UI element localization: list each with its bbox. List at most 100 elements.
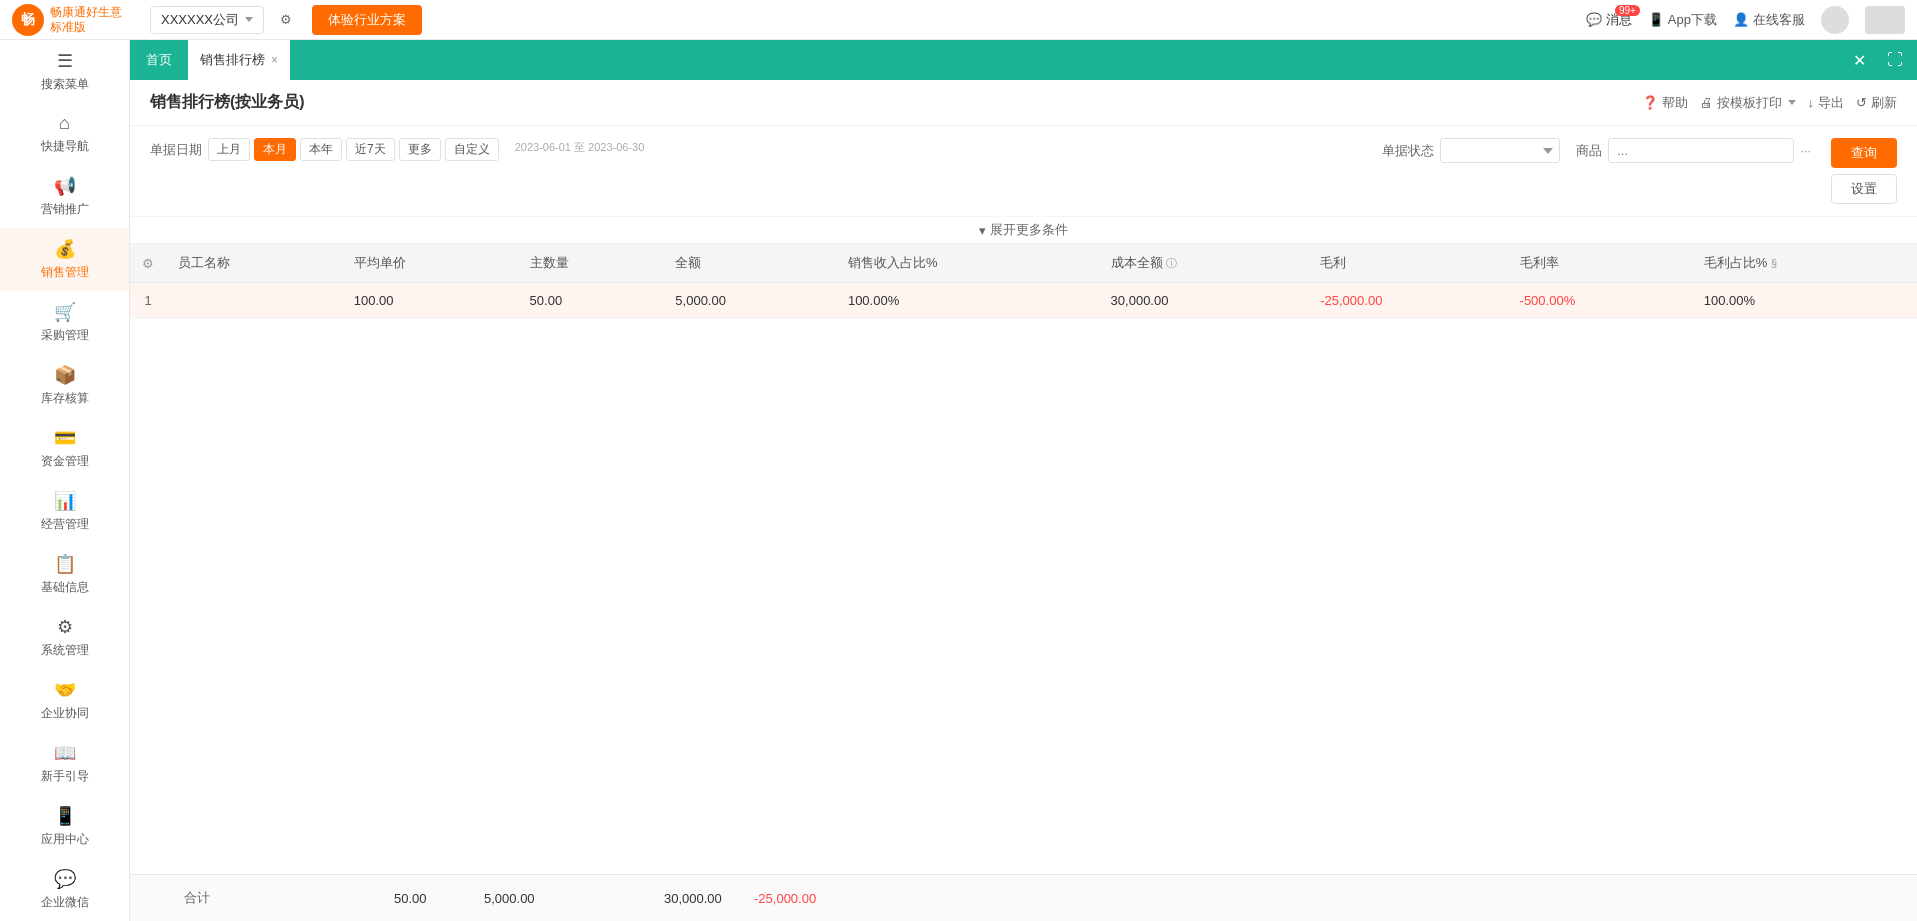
settings-button[interactable]: 设置 — [1831, 174, 1897, 204]
table-row: 1 100.00 50.00 5,000.00 100.00% 30,000.0… — [130, 283, 1917, 319]
message-area[interactable]: 💬 消息 99+ — [1586, 11, 1632, 29]
footer-cost: 30,000.00 — [652, 885, 742, 912]
expand-btn[interactable]: ▾ 展开更多条件 — [979, 221, 1068, 239]
page-header: 销售排行榜(按业务员) ❓ 帮助 🖨 按模板打印 ↓ 导出 — [130, 80, 1917, 126]
td-qty: 50.00 — [518, 283, 664, 319]
sidebar-item-inventory[interactable]: 📦 库存核算 — [0, 354, 129, 417]
newbie-icon: 📖 — [54, 742, 76, 764]
sidebar-item-enterprise-collab[interactable]: 🤝 企业协同 — [0, 669, 129, 732]
company-selector[interactable]: XXXXXX公司 — [150, 6, 264, 34]
sidebar-item-enterprise-wechat[interactable]: 💬 企业微信 — [0, 858, 129, 921]
table-footer: 合计 50.00 5,000.00 30,000.00 -25,000.00 — [130, 874, 1917, 921]
sidebar-item-search[interactable]: ☰ 搜索菜单 — [0, 40, 129, 103]
template-print-action[interactable]: 🖨 按模板打印 — [1700, 94, 1796, 112]
date-btn-7days[interactable]: 近7天 — [346, 138, 395, 161]
main-layout: ☰ 搜索菜单 ⌂ 快捷导航 📢 营销推广 💰 销售管理 🛒 采购管理 📦 库存核… — [0, 40, 1917, 921]
query-button[interactable]: 查询 — [1831, 138, 1897, 168]
sidebar-item-finance[interactable]: 💳 资金管理 — [0, 417, 129, 480]
sidebar-item-quick-nav[interactable]: ⌂ 快捷导航 — [0, 103, 129, 165]
date-btn-custom[interactable]: 自定义 — [445, 138, 499, 161]
status-filter-group: 单据状态 — [1382, 138, 1560, 163]
query-buttons: 查询 设置 — [1831, 138, 1897, 204]
header-row: ⚙ 员工名称 平均单价 主数量 全额 销售收入占比% 成本全额 ⓘ 毛利 — [130, 244, 1917, 283]
sidebar-item-operations[interactable]: 📊 经营管理 — [0, 480, 129, 543]
date-btn-this-month[interactable]: 本月 — [254, 138, 296, 161]
tab-sales-ranking[interactable]: 销售排行榜 × — [188, 40, 290, 80]
footer-sales-pct — [562, 892, 652, 904]
home-tab-label: 首页 — [146, 51, 172, 69]
table-container: ⚙ 员工名称 平均单价 主数量 全额 销售收入占比% 成本全额 ⓘ 毛利 — [130, 244, 1917, 874]
goods-more-icon[interactable]: ··· — [1800, 143, 1811, 158]
message-icon: 💬 — [1586, 12, 1602, 27]
user-name-area[interactable] — [1865, 6, 1905, 34]
trial-button[interactable]: 体验行业方案 — [312, 5, 422, 35]
sales-icon: 💰 — [54, 238, 76, 260]
table-body: 1 100.00 50.00 5,000.00 100.00% 30,000.0… — [130, 283, 1917, 319]
inventory-icon: 📦 — [54, 364, 76, 386]
app-center-icon: 📱 — [54, 805, 76, 827]
column-settings-icon[interactable]: ⚙ — [142, 256, 154, 271]
date-btn-last-month[interactable]: 上月 — [208, 138, 250, 161]
footer-avg-price — [292, 892, 382, 904]
header-right: 💬 消息 99+ 📱 App下载 👤 在线客服 — [1586, 6, 1905, 34]
refresh-icon: ↺ — [1856, 95, 1867, 110]
sidebar: ☰ 搜索菜单 ⌂ 快捷导航 📢 营销推广 💰 销售管理 🛒 采购管理 📦 库存核… — [0, 40, 130, 921]
th-sales-pct: 销售收入占比% — [836, 244, 1099, 283]
operations-icon: 📊 — [54, 490, 76, 512]
status-filter-label: 单据状态 — [1382, 142, 1434, 160]
footer-gross: -25,000.00 — [742, 885, 832, 912]
logo-text: 畅康通好生意 标准版 — [50, 5, 122, 34]
collab-icon: 🤝 — [54, 679, 76, 701]
sidebar-item-purchase[interactable]: 🛒 采购管理 — [0, 291, 129, 354]
th-gross-rate: 毛利率 — [1508, 244, 1692, 283]
filter-left: 单据日期 上月 本月 本年 近7天 更多 自定义 — [150, 138, 1362, 161]
gross-pct-info-icon: § — [1771, 257, 1777, 269]
date-btn-more[interactable]: 更多 — [399, 138, 441, 161]
search-menu-icon: ☰ — [57, 50, 73, 72]
chevron-down-icon — [245, 17, 253, 22]
maximize-icon[interactable]: ⛶ — [1881, 46, 1909, 74]
td-name — [166, 283, 342, 319]
online-service-action[interactable]: 👤 在线客服 — [1733, 11, 1805, 29]
th-qty: 主数量 — [518, 244, 664, 283]
filter-section: 单据日期 上月 本月 本年 近7天 更多 自定义 — [130, 126, 1917, 244]
user-avatar[interactable] — [1821, 6, 1849, 34]
th-amount: 全额 — [663, 244, 836, 283]
refresh-action[interactable]: ↺ 刷新 — [1856, 94, 1897, 112]
date-btn-this-year[interactable]: 本年 — [300, 138, 342, 161]
tab-bar: 首页 销售排行榜 × ✕ ⛶ — [130, 40, 1917, 80]
export-action[interactable]: ↓ 导出 — [1808, 94, 1845, 112]
tab-close-icon[interactable]: × — [271, 53, 278, 67]
tab-home[interactable]: 首页 — [130, 40, 188, 80]
app-download-action[interactable]: 📱 App下载 — [1648, 11, 1717, 29]
export-icon: ↓ — [1808, 95, 1815, 110]
help-icon: ❓ — [1642, 95, 1658, 110]
status-select[interactable] — [1440, 138, 1560, 163]
system-icon: ⚙ — [57, 616, 73, 638]
logo-area: 畅 畅康通好生意 标准版 — [12, 4, 142, 36]
th-avg-price: 平均单价 — [342, 244, 518, 283]
logo-icon: 畅 — [12, 4, 44, 36]
sidebar-item-marketing[interactable]: 📢 营销推广 — [0, 165, 129, 228]
help-action[interactable]: ❓ 帮助 — [1642, 94, 1688, 112]
th-cost: 成本全额 ⓘ — [1099, 244, 1309, 283]
cost-info-icon: ⓘ — [1166, 257, 1177, 269]
main-content: 首页 销售排行榜 × ✕ ⛶ 销售排行榜(按业务员) ❓ 帮助 — [130, 40, 1917, 921]
sidebar-item-system[interactable]: ⚙ 系统管理 — [0, 606, 129, 669]
sidebar-item-newbie[interactable]: 📖 新手引导 — [0, 732, 129, 795]
sidebar-item-basic-info[interactable]: 📋 基础信息 — [0, 543, 129, 606]
filter-row-1: 单据日期 上月 本月 本年 近7天 更多 自定义 — [130, 126, 1917, 216]
td-gross-rate: -500.00% — [1508, 283, 1692, 319]
page-title: 销售排行榜(按业务员) — [150, 92, 305, 113]
footer-empty-rank — [142, 892, 172, 904]
settings-icon-btn[interactable]: ⚙ — [272, 6, 300, 34]
date-range-area: 2023-06-01 至 2023-06-30 — [515, 140, 645, 155]
footer-label: 合计 — [172, 883, 292, 913]
date-buttons: 上月 本月 本年 近7天 更多 自定义 — [208, 138, 499, 161]
expand-bar: ▾ 展开更多条件 — [130, 216, 1917, 243]
close-window-icon[interactable]: ✕ — [1845, 46, 1873, 74]
goods-input[interactable] — [1608, 138, 1794, 163]
message-badge: 99+ — [1615, 5, 1640, 16]
sidebar-item-app-center[interactable]: 📱 应用中心 — [0, 795, 129, 858]
sidebar-item-sales[interactable]: 💰 销售管理 — [0, 228, 129, 291]
